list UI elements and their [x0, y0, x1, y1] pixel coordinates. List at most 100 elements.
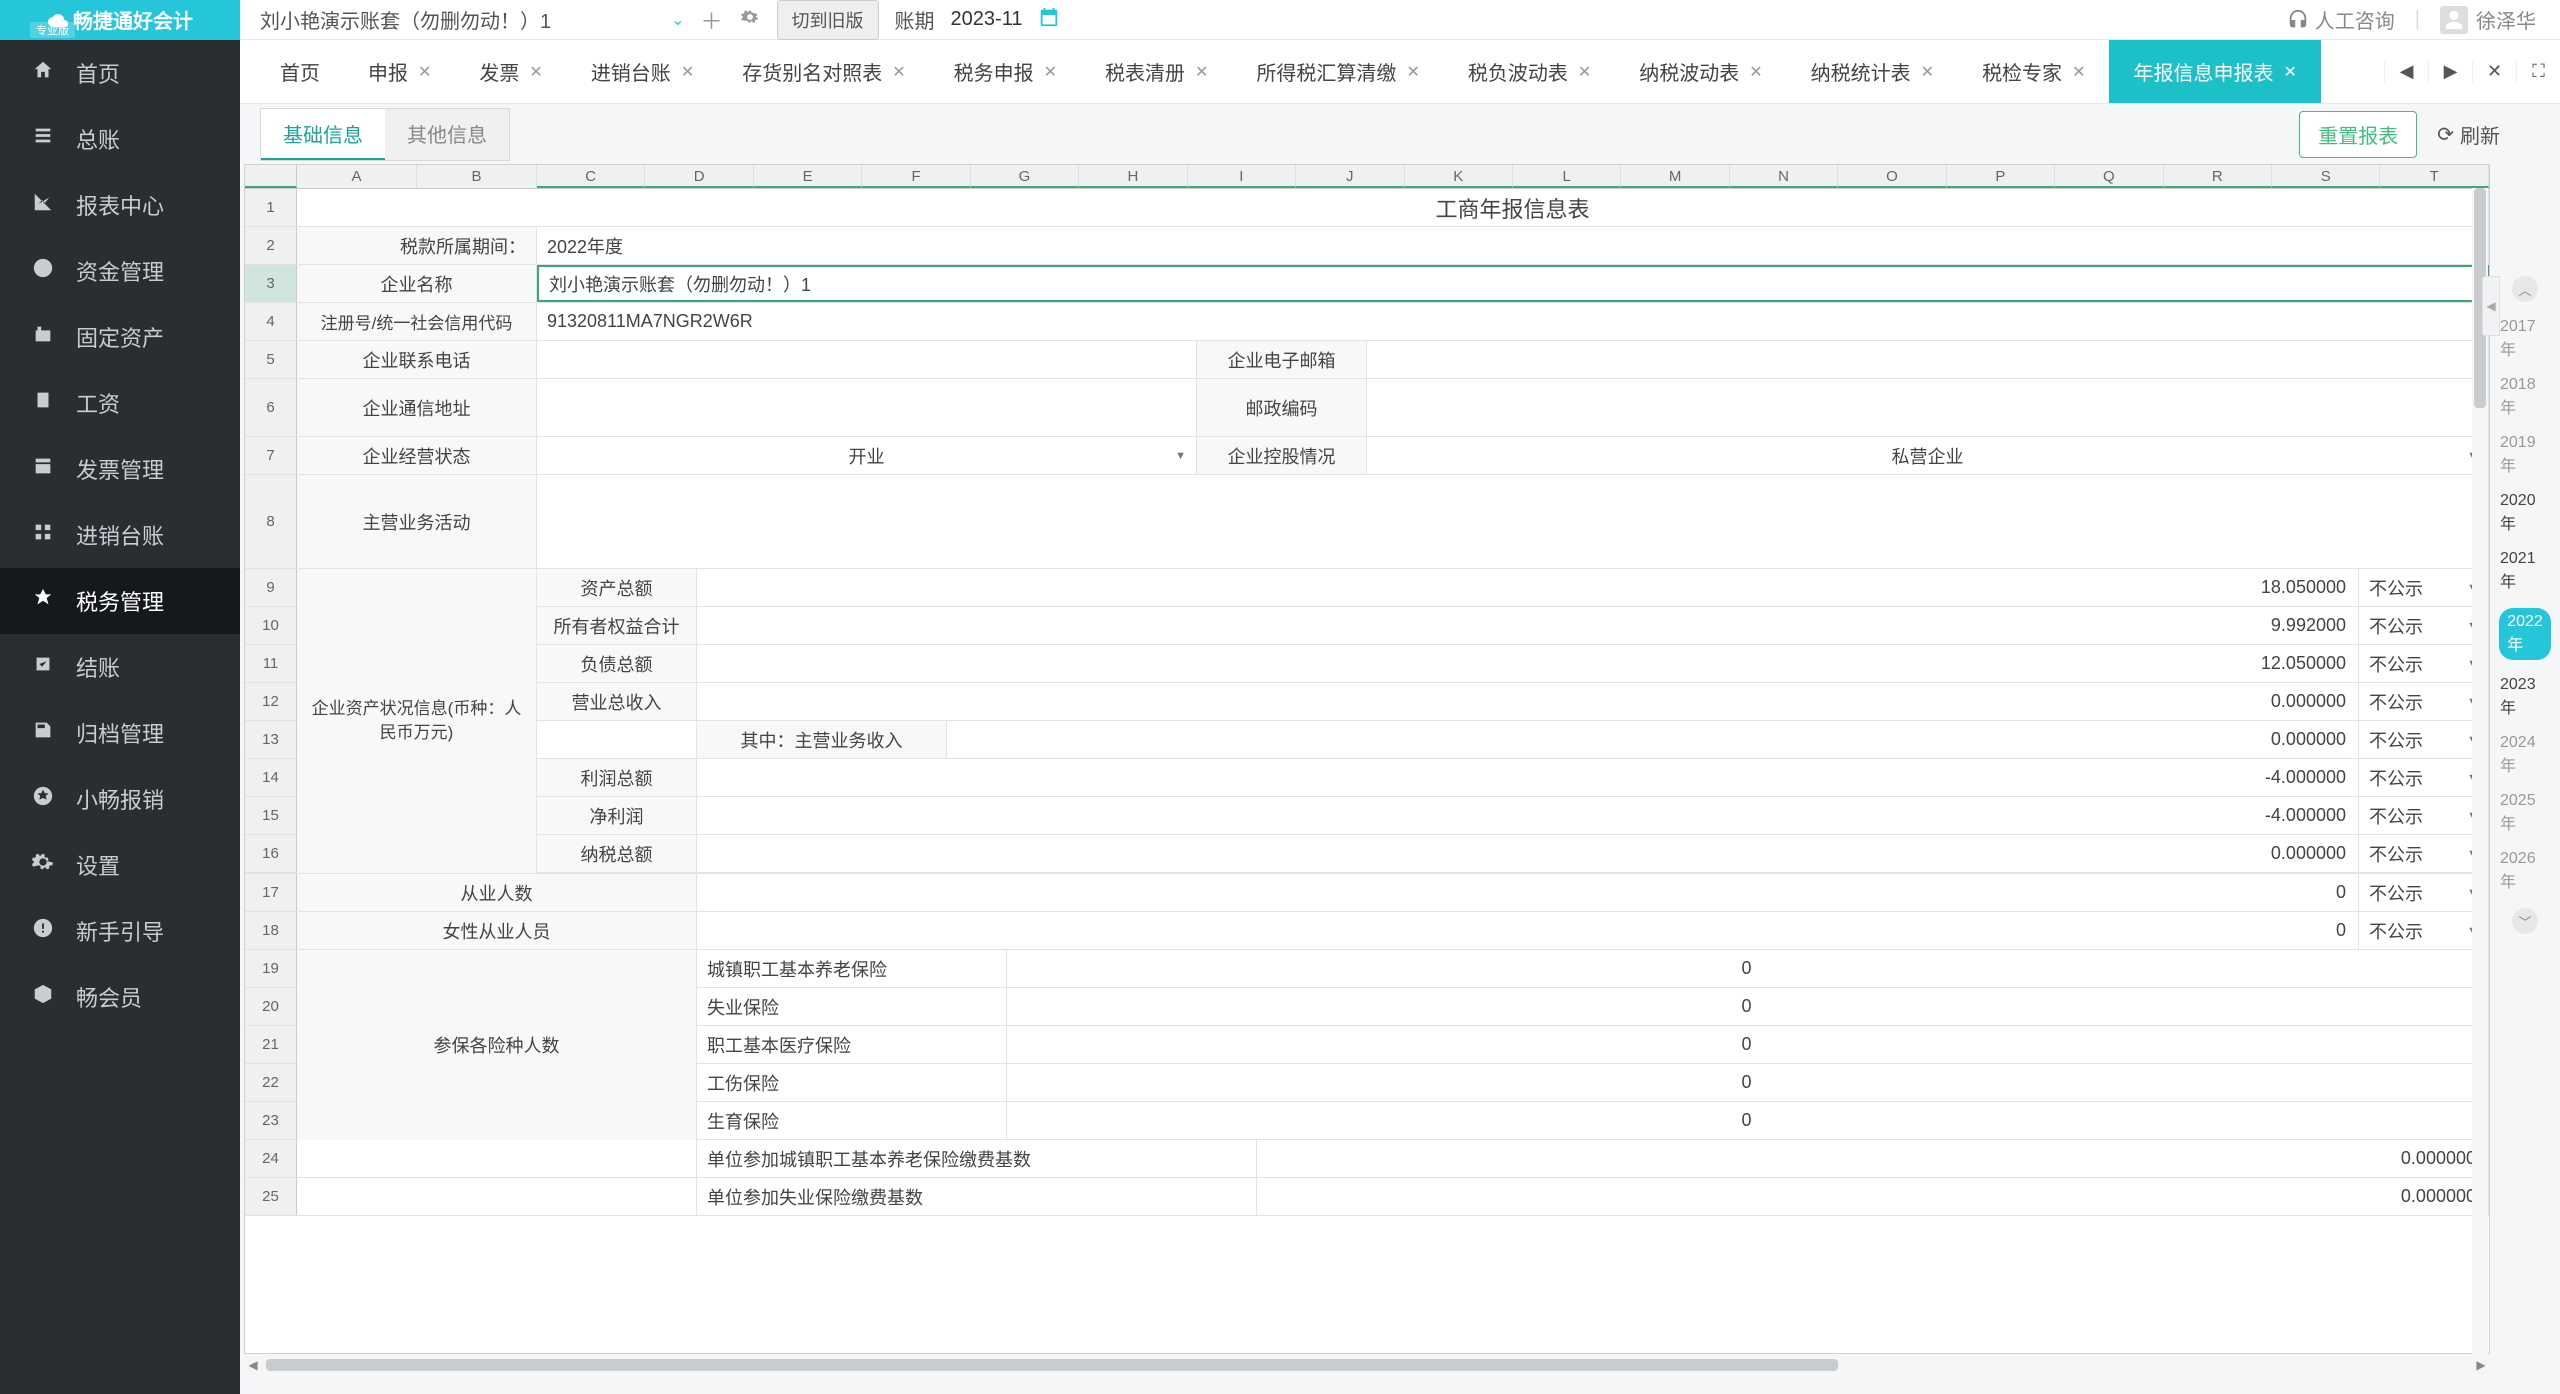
- account-selector[interactable]: 刘小艳演示账套（勿删勿动！）1 ⌄: [260, 5, 685, 34]
- col-header-K[interactable]: K: [1405, 165, 1513, 188]
- sidebar-item-5[interactable]: 工资: [0, 370, 240, 436]
- year-2022年[interactable]: 2022年: [2499, 608, 2551, 660]
- year-up[interactable]: ︿: [2512, 276, 2538, 302]
- col-header-O[interactable]: O: [1838, 165, 1946, 188]
- refresh-button[interactable]: ⟳ 刷新: [2437, 120, 2500, 149]
- insure-value[interactable]: 0: [1007, 1102, 2489, 1139]
- gear-icon[interactable]: [739, 6, 761, 34]
- year-2026年[interactable]: 2026年: [2500, 850, 2550, 892]
- spreadsheet[interactable]: ABCDEFGHIJKLMNOPQRST 1 工商年报信息表 2 税款所属期间：…: [244, 164, 2490, 1354]
- tab-12[interactable]: 年报信息申报表✕: [2109, 40, 2320, 103]
- scrollbar-thumb[interactable]: [266, 1359, 1838, 1371]
- close-icon[interactable]: ✕: [1578, 62, 1591, 82]
- fin-value[interactable]: 0.000000: [697, 835, 2359, 872]
- sidebar-item-9[interactable]: 结账: [0, 634, 240, 700]
- col-header-L[interactable]: L: [1513, 165, 1621, 188]
- col-header-F[interactable]: F: [862, 165, 970, 188]
- sidebar-item-12[interactable]: 设置: [0, 832, 240, 898]
- close-icon[interactable]: ✕: [1406, 62, 1419, 82]
- reset-report-button[interactable]: 重置报表: [2299, 111, 2417, 158]
- fin-value[interactable]: 0.000000: [947, 721, 2359, 758]
- zip-value[interactable]: [1367, 379, 2489, 436]
- fin-pub-select[interactable]: 不公示▼: [2359, 797, 2489, 834]
- col-header-D[interactable]: D: [645, 165, 753, 188]
- fullscreen-icon[interactable]: ⛶: [2516, 61, 2560, 82]
- fin-pub-select[interactable]: 不公示▼: [2359, 835, 2489, 872]
- col-header-I[interactable]: I: [1188, 165, 1296, 188]
- tab-11[interactable]: 税检专家✕: [1958, 40, 2109, 103]
- period-value[interactable]: 2023-11: [951, 8, 1023, 31]
- company-value[interactable]: 刘小艳演示账套（勿删勿动！）1: [537, 265, 2489, 302]
- close-icon[interactable]: ✕: [529, 62, 542, 82]
- col-header-H[interactable]: H: [1079, 165, 1187, 188]
- close-icon[interactable]: ✕: [1921, 62, 1934, 82]
- close-icon[interactable]: ✕: [1044, 62, 1057, 82]
- fin-value[interactable]: 18.050000: [697, 569, 2359, 606]
- close-icon[interactable]: ✕: [681, 62, 694, 82]
- vertical-scrollbar[interactable]: [2472, 188, 2488, 1354]
- col-header-S[interactable]: S: [2272, 165, 2380, 188]
- calendar-icon[interactable]: [1038, 6, 1060, 33]
- year-2017年[interactable]: 2017年: [2500, 318, 2550, 360]
- emp-pub-select[interactable]: 不公示▼: [2359, 874, 2489, 911]
- user-menu[interactable]: 徐泽华: [2440, 5, 2536, 34]
- sidebar-item-8[interactable]: 税务管理: [0, 568, 240, 634]
- subtab-other[interactable]: 其他信息: [385, 109, 509, 160]
- tab-6[interactable]: 税表清册✕: [1081, 40, 1232, 103]
- email-value[interactable]: [1367, 341, 2489, 378]
- col-header-A[interactable]: A: [297, 165, 417, 188]
- holding-select[interactable]: 私营企业▼: [1367, 437, 2489, 474]
- year-2019年[interactable]: 2019年: [2500, 434, 2550, 476]
- fin-pub-select[interactable]: 不公示▼: [2359, 721, 2489, 758]
- sidebar-item-7[interactable]: 进销台账: [0, 502, 240, 568]
- tab-10[interactable]: 纳税统计表✕: [1787, 40, 1958, 103]
- fin-value[interactable]: 12.050000: [697, 645, 2359, 682]
- fin-pub-select[interactable]: 不公示▼: [2359, 569, 2489, 606]
- tab-7[interactable]: 所得税汇算清缴✕: [1232, 40, 1443, 103]
- emp-value[interactable]: 0: [697, 874, 2359, 911]
- fin-value[interactable]: 9.992000: [697, 607, 2359, 644]
- insure-value[interactable]: 0: [1007, 1064, 2489, 1101]
- close-icon[interactable]: ✕: [1749, 62, 1762, 82]
- phone-value[interactable]: [537, 341, 1197, 378]
- base-value[interactable]: 0.000000: [1257, 1140, 2489, 1177]
- year-2021年[interactable]: 2021年: [2500, 550, 2550, 592]
- sidebar-item-10[interactable]: 归档管理: [0, 700, 240, 766]
- insure-value[interactable]: 0: [1007, 1026, 2489, 1063]
- col-header-B[interactable]: B: [417, 165, 537, 188]
- insure-value[interactable]: 0: [1007, 988, 2489, 1025]
- sidebar-item-2[interactable]: 报表中心: [0, 172, 240, 238]
- col-header-T[interactable]: T: [2380, 165, 2488, 188]
- biz-value[interactable]: [537, 475, 2489, 568]
- fin-pub-select[interactable]: 不公示▼: [2359, 683, 2489, 720]
- female-value[interactable]: 0: [697, 912, 2359, 949]
- female-pub-select[interactable]: 不公示▼: [2359, 912, 2489, 949]
- tab-4[interactable]: 存货别名对照表✕: [718, 40, 929, 103]
- tab-3[interactable]: 进销台账✕: [567, 40, 718, 103]
- scroll-right-icon[interactable]: ▶: [2472, 1358, 2490, 1372]
- fin-value[interactable]: -4.000000: [697, 759, 2359, 796]
- close-icon[interactable]: ✕: [2283, 62, 2296, 82]
- fin-pub-select[interactable]: 不公示▼: [2359, 607, 2489, 644]
- col-header-Q[interactable]: Q: [2055, 165, 2163, 188]
- year-2023年[interactable]: 2023年: [2500, 676, 2550, 718]
- col-header-M[interactable]: M: [1621, 165, 1729, 188]
- close-icon[interactable]: ✕: [892, 62, 905, 82]
- year-2020年[interactable]: 2020年: [2500, 492, 2550, 534]
- sidebar-item-0[interactable]: 首页: [0, 40, 240, 106]
- close-icon[interactable]: ✕: [418, 62, 431, 82]
- insure-value[interactable]: 0: [1007, 950, 2489, 987]
- year-2025年[interactable]: 2025年: [2500, 792, 2550, 834]
- rail-collapse[interactable]: ◀: [2482, 276, 2500, 336]
- col-header-G[interactable]: G: [971, 165, 1079, 188]
- scroll-left-icon[interactable]: ◀: [244, 1358, 262, 1372]
- period-value-cell[interactable]: 2022年度: [537, 227, 2489, 264]
- close-icon[interactable]: ✕: [2072, 62, 2085, 82]
- addr-value[interactable]: [537, 379, 1197, 436]
- col-header-C[interactable]: C: [537, 165, 645, 188]
- year-2024年[interactable]: 2024年: [2500, 734, 2550, 776]
- sidebar-item-3[interactable]: 资金管理: [0, 238, 240, 304]
- fin-value[interactable]: -4.000000: [697, 797, 2359, 834]
- subtab-basic[interactable]: 基础信息: [261, 109, 385, 160]
- fin-pub-select[interactable]: 不公示▼: [2359, 645, 2489, 682]
